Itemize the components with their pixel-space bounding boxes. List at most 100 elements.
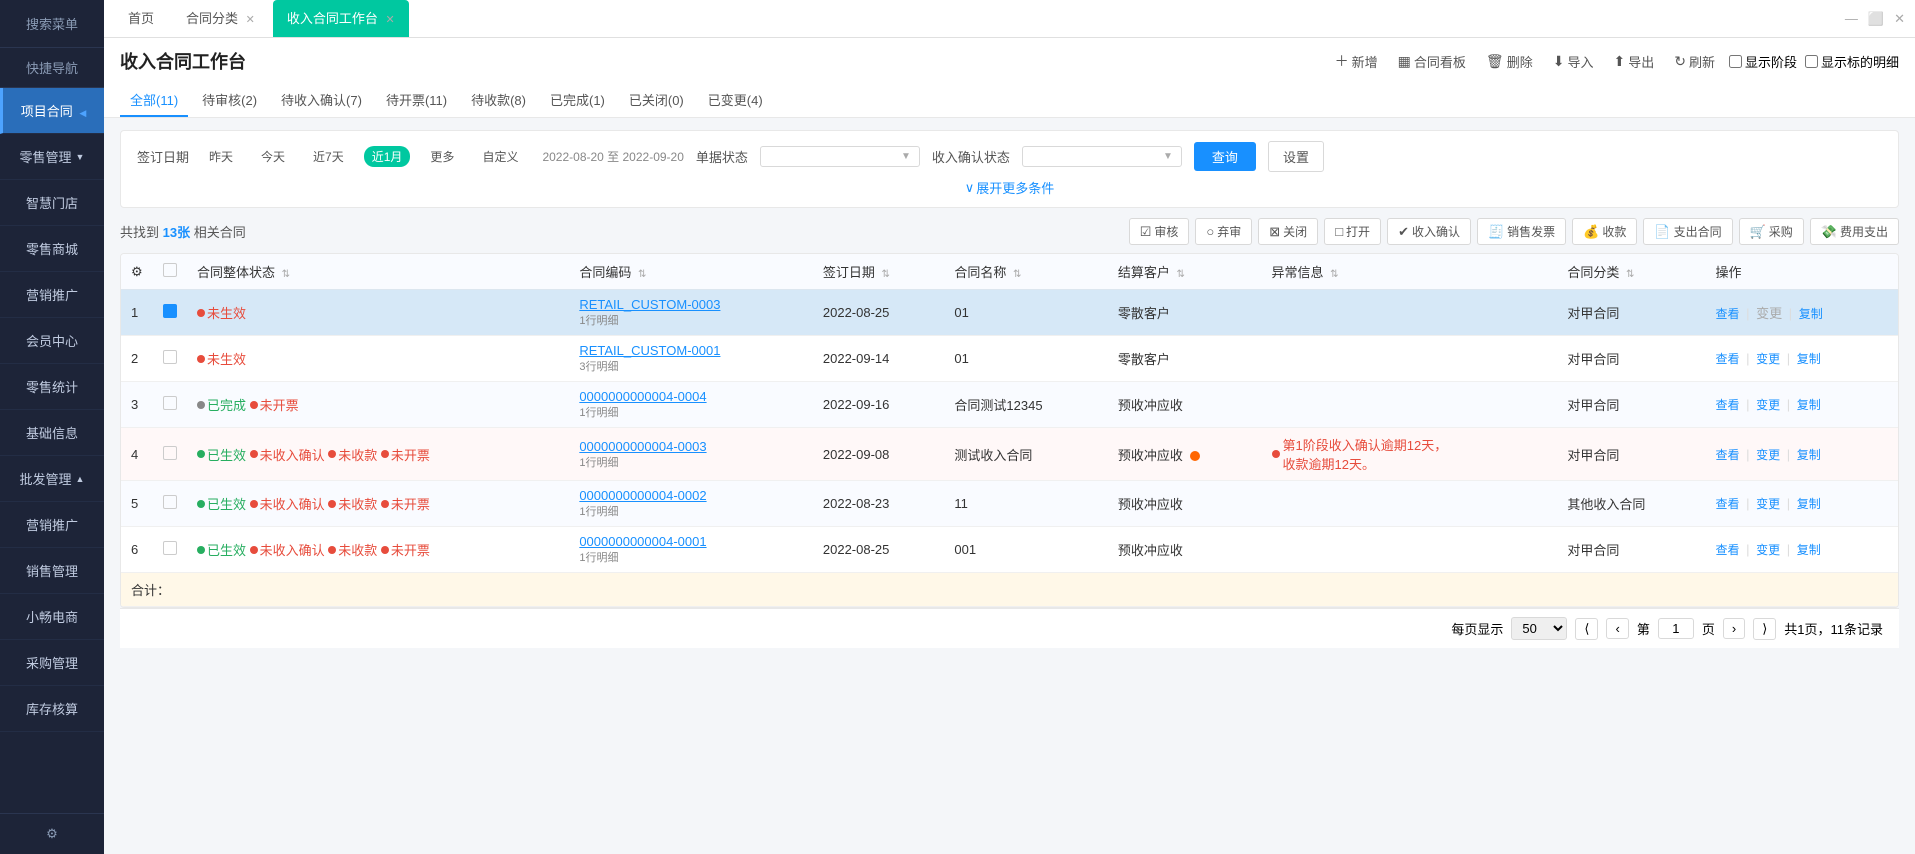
action-close[interactable]: ⊠ 关闭 <box>1258 218 1318 245</box>
tab-category[interactable]: 合同分类 ✕ <box>172 0 269 37</box>
ftab-changed[interactable]: 已变更(4) <box>698 84 773 117</box>
view-button[interactable]: 查看 <box>1715 543 1739 557</box>
page-input[interactable] <box>1658 618 1694 639</box>
row-checkbox[interactable] <box>153 382 187 428</box>
tab-workbench[interactable]: 收入合同工作台 ✕ <box>273 0 409 37</box>
view-button[interactable]: 查看 <box>1715 307 1739 321</box>
tab-home[interactable]: 首页 <box>114 0 168 37</box>
change-button[interactable]: 变更 <box>1756 448 1780 462</box>
contract-code-link[interactable]: RETAIL_CUSTOM-0001 <box>579 343 803 358</box>
action-invoice[interactable]: 🧾 销售发票 <box>1477 218 1566 245</box>
contract-code-link[interactable]: RETAIL_CUSTOM-0003 <box>579 297 803 312</box>
row-checkbox[interactable] <box>153 428 187 481</box>
ftab-all[interactable]: 全部(11) <box>120 84 188 117</box>
view-button[interactable]: 查看 <box>1715 497 1739 511</box>
sidebar-item-mktpush[interactable]: 营销推广 <box>0 502 104 548</box>
sidebar-item-marketing[interactable]: 营销推广 <box>0 272 104 318</box>
col-settings[interactable]: ⚙ <box>121 254 153 290</box>
export-button[interactable]: ⬆ 导出 <box>1607 49 1660 74</box>
copy-button[interactable]: 复制 <box>1797 497 1821 511</box>
change-button[interactable]: 变更 <box>1756 497 1780 511</box>
row-checkbox[interactable] <box>153 336 187 382</box>
view-button[interactable]: 查看 <box>1715 352 1739 366</box>
sidebar-quicknav[interactable]: 快捷导航 <box>0 48 104 88</box>
action-income-confirm[interactable]: ✔ 收入确认 <box>1387 218 1471 245</box>
show-detail-checkbox[interactable] <box>1805 55 1818 68</box>
sidebar-item-wholesale[interactable]: 批发管理 <box>0 456 104 502</box>
sidebar-item-smartshop[interactable]: 智慧门店 <box>0 180 104 226</box>
copy-button[interactable]: 复制 <box>1799 307 1823 321</box>
change-button[interactable]: 变更 <box>1756 543 1780 557</box>
copy-button[interactable]: 复制 <box>1797 448 1821 462</box>
contract-code-link[interactable]: 0000000000004-0001 <box>579 534 803 549</box>
expand-conditions-button[interactable]: ∨ 展开更多条件 <box>965 178 1055 197</box>
action-audit[interactable]: ☑ 审核 <box>1129 218 1190 245</box>
sidebar-item-ecom[interactable]: 小畅电商 <box>0 594 104 640</box>
ftab-pending-payment[interactable]: 待收款(8) <box>461 84 536 117</box>
col-checkbox[interactable] <box>153 254 187 290</box>
show-detail-toggle[interactable]: 显示标的明细 <box>1805 52 1899 71</box>
sidebar-item-project[interactable]: 项目合同 ◀ <box>0 88 104 134</box>
ftab-pending-review[interactable]: 待审核(2) <box>192 84 267 117</box>
change-button[interactable]: 变更 <box>1756 352 1780 366</box>
show-fields-toggle[interactable]: 显示阶段 <box>1729 52 1797 71</box>
date-chip-7days[interactable]: 近7天 <box>305 146 352 167</box>
ftab-pending-confirm[interactable]: 待收入确认(7) <box>271 84 372 117</box>
row-checkbox[interactable] <box>153 527 187 573</box>
delete-button[interactable]: 🗑 删除 <box>1480 49 1539 74</box>
contract-code-link[interactable]: 0000000000004-0004 <box>579 389 803 404</box>
sidebar-item-retailstats[interactable]: 零售统计 <box>0 364 104 410</box>
refresh-button[interactable]: ↻ 刷新 <box>1668 49 1721 74</box>
tab-category-close[interactable]: ✕ <box>246 14 255 26</box>
minimize-button[interactable]: — <box>1845 11 1858 27</box>
action-purchase[interactable]: 🛒 采购 <box>1739 218 1804 245</box>
date-chip-yesterday[interactable]: 昨天 <box>201 146 241 167</box>
date-chip-more[interactable]: 更多 <box>422 146 462 167</box>
kanban-button[interactable]: ▦ 合同看板 <box>1392 49 1472 74</box>
copy-button[interactable]: 复制 <box>1797 398 1821 412</box>
date-chip-custom[interactable]: 自定义 <box>474 146 526 167</box>
copy-button[interactable]: 复制 <box>1797 352 1821 366</box>
page-size-select[interactable]: 50 20 100 <box>1511 617 1567 640</box>
action-abandon[interactable]: ○ 弃审 <box>1195 218 1252 245</box>
next-page-button[interactable]: › <box>1723 618 1745 639</box>
sidebar-settings[interactable]: ⚙ <box>0 813 104 854</box>
action-payment[interactable]: 💰 收款 <box>1572 218 1637 245</box>
view-button[interactable]: 查看 <box>1715 398 1739 412</box>
sidebar-search[interactable]: 搜索菜单 <box>0 0 104 48</box>
contract-code-link[interactable]: 0000000000004-0002 <box>579 488 803 503</box>
last-page-button[interactable]: ⟩ <box>1753 618 1776 640</box>
doc-status-select[interactable]: ▼ <box>760 146 920 167</box>
ftab-closed[interactable]: 已关闭(0) <box>619 84 694 117</box>
maximize-button[interactable]: ⬜ <box>1868 11 1884 27</box>
action-open[interactable]: □ 打开 <box>1324 218 1381 245</box>
sidebar-item-member[interactable]: 会员中心 <box>0 318 104 364</box>
prev-page-button[interactable]: ‹ <box>1606 618 1628 639</box>
row-checkbox[interactable] <box>153 481 187 527</box>
change-button[interactable]: 变更 <box>1756 306 1782 321</box>
action-expense-contract[interactable]: 📄 支出合同 <box>1643 218 1732 245</box>
import-button[interactable]: ⬇ 导入 <box>1547 49 1600 74</box>
date-chip-today[interactable]: 今天 <box>253 146 293 167</box>
change-button[interactable]: 变更 <box>1756 398 1780 412</box>
date-chip-1month[interactable]: 近1月 <box>364 146 411 167</box>
confirm-status-select[interactable]: ▼ <box>1022 146 1182 167</box>
setting-button[interactable]: 设置 <box>1268 141 1324 172</box>
first-page-button[interactable]: ⟨ <box>1575 618 1598 640</box>
tab-workbench-close[interactable]: ✕ <box>385 14 394 26</box>
contract-code-link[interactable]: 0000000000004-0003 <box>579 439 803 454</box>
select-all-checkbox[interactable] <box>163 263 177 277</box>
row-checkbox[interactable] <box>153 290 187 336</box>
sidebar-item-basic[interactable]: 基础信息 <box>0 410 104 456</box>
action-expense-out[interactable]: 💸 费用支出 <box>1810 218 1899 245</box>
copy-button[interactable]: 复制 <box>1797 543 1821 557</box>
ftab-pending-invoice[interactable]: 待开票(11) <box>376 84 457 117</box>
sidebar-item-retail[interactable]: 零售管理 <box>0 134 104 180</box>
sidebar-item-salesmgr[interactable]: 销售管理 <box>0 548 104 594</box>
ftab-done[interactable]: 已完成(1) <box>540 84 615 117</box>
view-button[interactable]: 查看 <box>1715 448 1739 462</box>
sidebar-item-purchase[interactable]: 采购管理 <box>0 640 104 686</box>
sidebar-item-retailmall[interactable]: 零售商城 <box>0 226 104 272</box>
sidebar-item-inventory[interactable]: 库存核算 <box>0 686 104 732</box>
query-button[interactable]: 查询 <box>1194 142 1256 171</box>
